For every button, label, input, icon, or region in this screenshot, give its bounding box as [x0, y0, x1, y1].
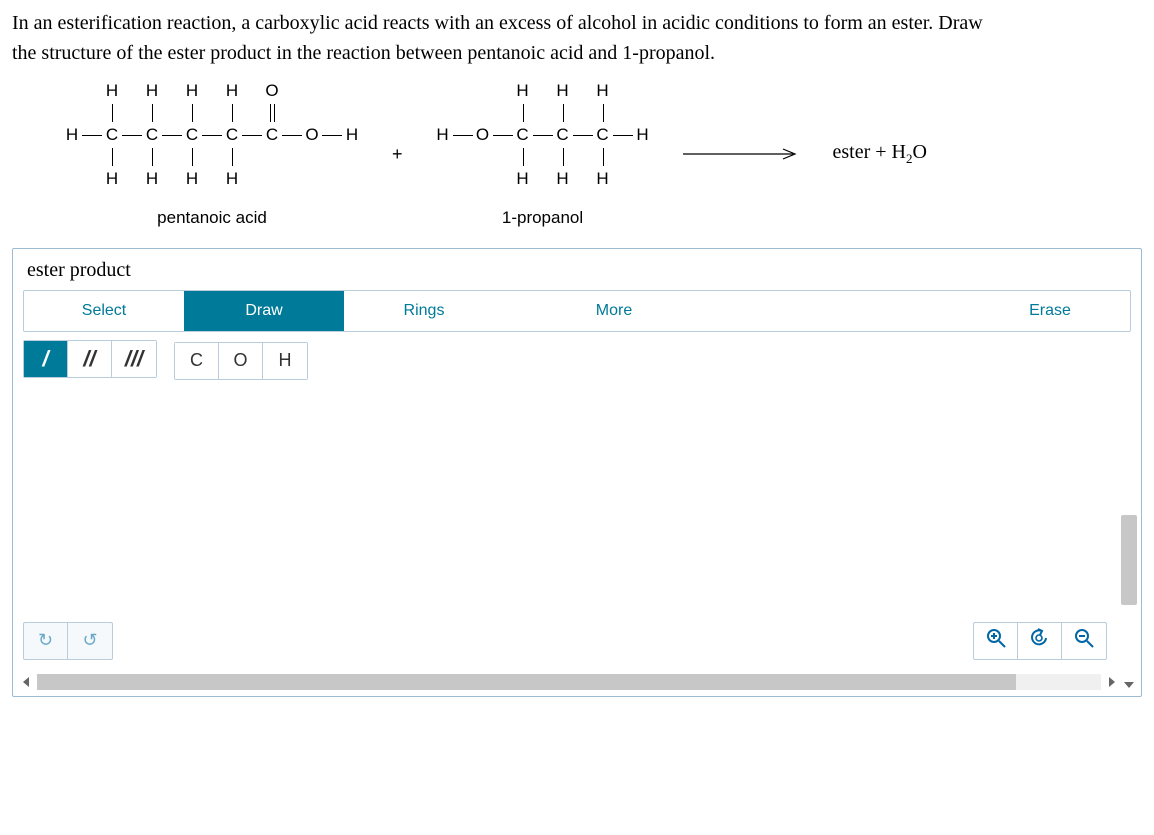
propanol-label: 1-propanol	[433, 208, 653, 228]
horizontal-scrollbar-thumb[interactable]	[37, 674, 1016, 690]
zoom-reset-button[interactable]	[1018, 623, 1062, 659]
zoom-out-button[interactable]	[1062, 623, 1106, 659]
pentanoic-acid-label: pentanoic acid	[62, 208, 362, 228]
reactant-pentanoic-acid: H H H H O H C C C C	[62, 80, 362, 228]
zoom-reset-icon	[1029, 627, 1051, 654]
tab-more[interactable]: More	[504, 291, 724, 331]
undo-button[interactable]: ↺	[68, 623, 112, 659]
zoom-out-icon	[1073, 627, 1095, 654]
triple-bond-button[interactable]: ///	[112, 341, 156, 377]
atom-button-group: C O H	[174, 342, 308, 380]
history-button-group: ↻ ↺	[23, 622, 113, 660]
question-text: In an esterification reaction, a carboxy…	[12, 8, 1142, 68]
scroll-right-arrow-icon[interactable]	[1109, 677, 1115, 687]
mode-toolbar: Select Draw Rings More Erase	[23, 290, 1131, 332]
drawing-panel: ester product Select Draw Rings More Era…	[12, 248, 1142, 697]
undo-icon: ↺	[82, 630, 97, 651]
scroll-down-arrow-icon[interactable]	[1124, 682, 1134, 688]
toolbar-spacer	[724, 291, 970, 331]
reactant-1-propanol: H H H H O C C C H	[433, 80, 653, 228]
vertical-scrollbar[interactable]	[1121, 305, 1137, 666]
atom-h-button[interactable]: H	[263, 343, 307, 379]
tab-erase[interactable]: Erase	[970, 291, 1130, 331]
atom-c-button[interactable]: C	[175, 343, 219, 379]
pentanoic-acid-structure: H H H H O H C C C C	[62, 80, 362, 190]
horizontal-scrollbar[interactable]	[19, 674, 1119, 690]
single-bond-button[interactable]: /	[24, 341, 68, 377]
redo-icon: ↻	[38, 630, 53, 651]
tab-rings[interactable]: Rings	[344, 291, 504, 331]
reaction-scheme: H H H H O H C C C C	[62, 80, 1142, 228]
reaction-arrow-icon	[683, 147, 803, 161]
zoom-in-icon	[985, 627, 1007, 654]
drawing-canvas[interactable]	[23, 390, 1131, 690]
scroll-left-arrow-icon[interactable]	[23, 677, 29, 687]
products-text: ester + H2O	[833, 141, 927, 167]
plus-sign: +	[392, 144, 403, 165]
propanol-structure: H H H H O C C C H	[433, 80, 653, 190]
bond-button-group: / // ///	[23, 340, 157, 378]
atom-o-button[interactable]: O	[219, 343, 263, 379]
double-bond-button[interactable]: //	[68, 341, 112, 377]
zoom-in-button[interactable]	[974, 623, 1018, 659]
panel-title: ester product	[27, 259, 1129, 282]
vertical-scrollbar-thumb[interactable]	[1121, 515, 1137, 605]
redo-button[interactable]: ↻	[24, 623, 68, 659]
tab-draw[interactable]: Draw	[184, 291, 344, 331]
question-line-1: In an esterification reaction, a carboxy…	[12, 12, 983, 34]
question-line-2: the structure of the ester product in th…	[12, 42, 715, 64]
zoom-button-group	[973, 622, 1107, 660]
draw-subtoolbar: / // /// C O H	[23, 340, 1131, 390]
tab-select[interactable]: Select	[24, 291, 184, 331]
